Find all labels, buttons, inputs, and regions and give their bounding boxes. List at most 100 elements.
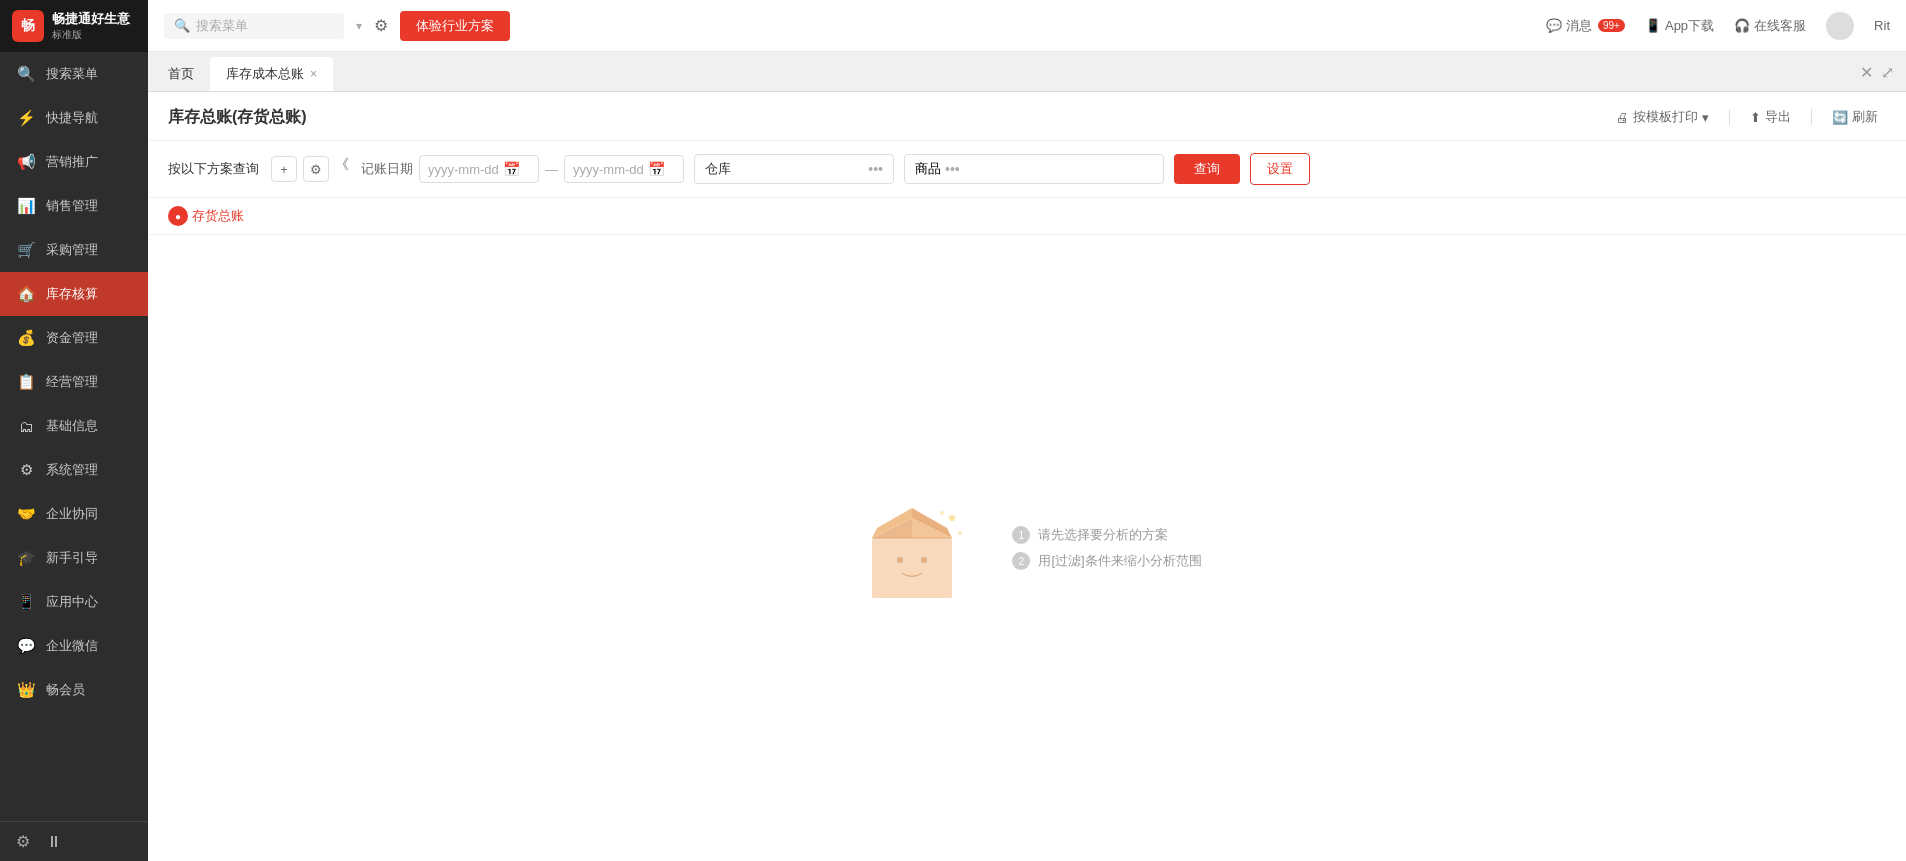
empty-illustration <box>852 488 972 608</box>
filter-action-buttons: + ⚙ 《 <box>271 156 349 182</box>
sidebar-item-wechat[interactable]: 💬 企业微信 <box>0 624 148 668</box>
sidebar-label-inventory: 库存核算 <box>46 285 98 303</box>
logo-text: 畅捷通好生意 标准版 <box>52 10 130 42</box>
sidebar-item-marketing[interactable]: 📢 营销推广 <box>0 140 148 184</box>
warehouse-more-icon: ••• <box>868 161 883 177</box>
product-more-icon: ••• <box>945 161 960 177</box>
action-divider-1 <box>1729 109 1730 125</box>
topbar-right: 💬 消息 99+ 📱 App下载 🎧 在线客服 Rit <box>1546 12 1890 40</box>
sidebar-bottom: ⚙ ⏸ <box>0 821 148 861</box>
sidebar-item-finance[interactable]: 💰 资金管理 <box>0 316 148 360</box>
online-support-item[interactable]: 🎧 在线客服 <box>1734 17 1806 35</box>
tab-close-icon[interactable]: × <box>310 67 317 81</box>
tab-home[interactable]: 首页 <box>152 57 210 91</box>
message-item[interactable]: 💬 消息 99+ <box>1546 17 1625 35</box>
warehouse-field[interactable]: 仓库 ••• <box>694 154 894 184</box>
filter-row: 记账日期 yyyy-mm-dd 📅 — yyyy-mm-dd 📅 仓库 ••• <box>361 153 1886 185</box>
add-filter-button[interactable]: + <box>271 156 297 182</box>
sidebar-label-appstore: 应用中心 <box>46 593 98 611</box>
svg-rect-0 <box>872 538 952 598</box>
sales-icon: 📊 <box>16 196 36 216</box>
collapse-filter-icon[interactable]: 《 <box>335 156 349 182</box>
sidebar-label-purchase: 采购管理 <box>46 241 98 259</box>
sidebar-label-member: 畅会员 <box>46 681 85 699</box>
svg-point-7 <box>921 557 927 563</box>
print-chevron-icon: ▾ <box>1702 110 1709 125</box>
date-field: 记账日期 yyyy-mm-dd 📅 — yyyy-mm-dd 📅 <box>361 155 684 183</box>
page-actions: 🖨 按模板打印 ▾ ⬆ 导出 🔄 刷新 <box>1608 104 1886 130</box>
tab-inventory-label: 库存成本总账 <box>226 65 304 83</box>
main-area: 🔍 搜索菜单 ▾ ⚙ 体验行业方案 💬 消息 99+ 📱 App下载 🎧 在线客… <box>148 0 1906 861</box>
close-panel-icon[interactable]: ✕ <box>1860 62 1873 81</box>
sidebar-item-shortcut[interactable]: ⚡ 快捷导航 <box>0 96 148 140</box>
inventory-icon: 🏠 <box>16 284 36 304</box>
app-download-label: App下载 <box>1665 17 1714 35</box>
sidebar: 畅 畅捷通好生意 标准版 🔍 搜索菜单 ⚡ 快捷导航 📢 营销推广 📊 销售管理… <box>0 0 148 861</box>
logo-icon: 畅 <box>12 10 44 42</box>
tab-inventory-ledger[interactable]: 库存成本总账 × <box>210 57 333 91</box>
settings-filter-button[interactable]: ⚙ <box>303 156 329 182</box>
settings-button[interactable]: 设置 <box>1250 153 1310 185</box>
box-svg <box>852 488 972 608</box>
sidebar-item-purchase[interactable]: 🛒 采购管理 <box>0 228 148 272</box>
sidebar-label-cooperation: 企业协同 <box>46 505 98 523</box>
settings-icon[interactable]: ⚙ <box>16 832 30 851</box>
message-icon: 💬 <box>1546 18 1562 33</box>
sidebar-label-shortcut: 快捷导航 <box>46 109 98 127</box>
calendar-start-icon: 📅 <box>503 161 520 177</box>
sub-filter-label: 存货总账 <box>192 207 244 225</box>
sidebar-item-appstore[interactable]: 📱 应用中心 <box>0 580 148 624</box>
search-bar[interactable]: 🔍 搜索菜单 <box>164 13 344 39</box>
sidebar-item-member[interactable]: 👑 畅会员 <box>0 668 148 712</box>
basic-icon: 🗂 <box>16 416 36 436</box>
appstore-icon: 📱 <box>16 592 36 612</box>
calendar-end-icon: 📅 <box>648 161 665 177</box>
sidebar-item-sales[interactable]: 📊 销售管理 <box>0 184 148 228</box>
sidebar-label-system: 系统管理 <box>46 461 98 479</box>
user-avatar[interactable] <box>1826 12 1854 40</box>
svg-point-10 <box>940 511 944 515</box>
guide-icon: 🎓 <box>16 548 36 568</box>
sidebar-item-cooperation[interactable]: 🤝 企业协同 <box>0 492 148 536</box>
export-button[interactable]: ⬆ 导出 <box>1742 104 1799 130</box>
trial-button[interactable]: 体验行业方案 <box>400 11 510 41</box>
expand-icon[interactable]: ⤢ <box>1881 62 1894 81</box>
date-start-input[interactable]: yyyy-mm-dd 📅 <box>419 155 539 183</box>
sidebar-item-search[interactable]: 🔍 搜索菜单 <box>0 52 148 96</box>
shortcut-icon: ⚡ <box>16 108 36 128</box>
app-download-item[interactable]: 📱 App下载 <box>1645 17 1714 35</box>
topbar-chevron-icon[interactable]: ▾ <box>356 19 362 33</box>
refresh-button[interactable]: 🔄 刷新 <box>1824 104 1886 130</box>
print-label: 按模板打印 <box>1633 108 1698 126</box>
user-name[interactable]: Rit <box>1874 18 1890 33</box>
topbar: 🔍 搜索菜单 ▾ ⚙ 体验行业方案 💬 消息 99+ 📱 App下载 🎧 在线客… <box>148 0 1906 52</box>
step-2: 2 用[过滤]条件来缩小分析范围 <box>1012 552 1201 570</box>
purchase-icon: 🛒 <box>16 240 36 260</box>
sidebar-item-inventory[interactable]: 🏠 库存核算 <box>0 272 148 316</box>
message-badge: 99+ <box>1598 19 1625 32</box>
product-field[interactable]: 商品 ••• <box>904 154 1164 184</box>
audio-icon[interactable]: ⏸ <box>46 833 62 851</box>
sidebar-nav: 🔍 搜索菜单 ⚡ 快捷导航 📢 营销推广 📊 销售管理 🛒 采购管理 🏠 库存核… <box>0 52 148 821</box>
online-support-label: 在线客服 <box>1754 17 1806 35</box>
sidebar-item-basic[interactable]: 🗂 基础信息 <box>0 404 148 448</box>
sidebar-item-guide[interactable]: 🎓 新手引导 <box>0 536 148 580</box>
tabbar: 首页 库存成本总账 × ✕ ⤢ <box>148 52 1906 92</box>
sidebar-logo: 畅 畅捷通好生意 标准版 <box>0 0 148 52</box>
date-end-input[interactable]: yyyy-mm-dd 📅 <box>564 155 684 183</box>
svg-point-8 <box>949 515 955 521</box>
sidebar-item-system[interactable]: ⚙ 系统管理 <box>0 448 148 492</box>
search-icon: 🔍 <box>174 18 190 33</box>
sidebar-item-operations[interactable]: 📋 经营管理 <box>0 360 148 404</box>
query-button[interactable]: 查询 <box>1174 154 1240 184</box>
system-icon: ⚙ <box>16 460 36 480</box>
message-label: 消息 <box>1566 17 1592 35</box>
empty-state: 1 请先选择要分析的方案 2 用[过滤]条件来缩小分析范围 <box>148 235 1906 861</box>
sidebar-label-wechat: 企业微信 <box>46 637 98 655</box>
print-button[interactable]: 🖨 按模板打印 ▾ <box>1608 104 1717 130</box>
sub-filter-item[interactable]: ● 存货总账 <box>168 206 244 226</box>
step-2-num: 2 <box>1012 552 1030 570</box>
content-area: 库存总账(存货总账) 🖨 按模板打印 ▾ ⬆ 导出 🔄 刷新 <box>148 92 1906 861</box>
product-label: 商品 <box>915 160 941 178</box>
topbar-settings-icon[interactable]: ⚙ <box>374 16 388 35</box>
